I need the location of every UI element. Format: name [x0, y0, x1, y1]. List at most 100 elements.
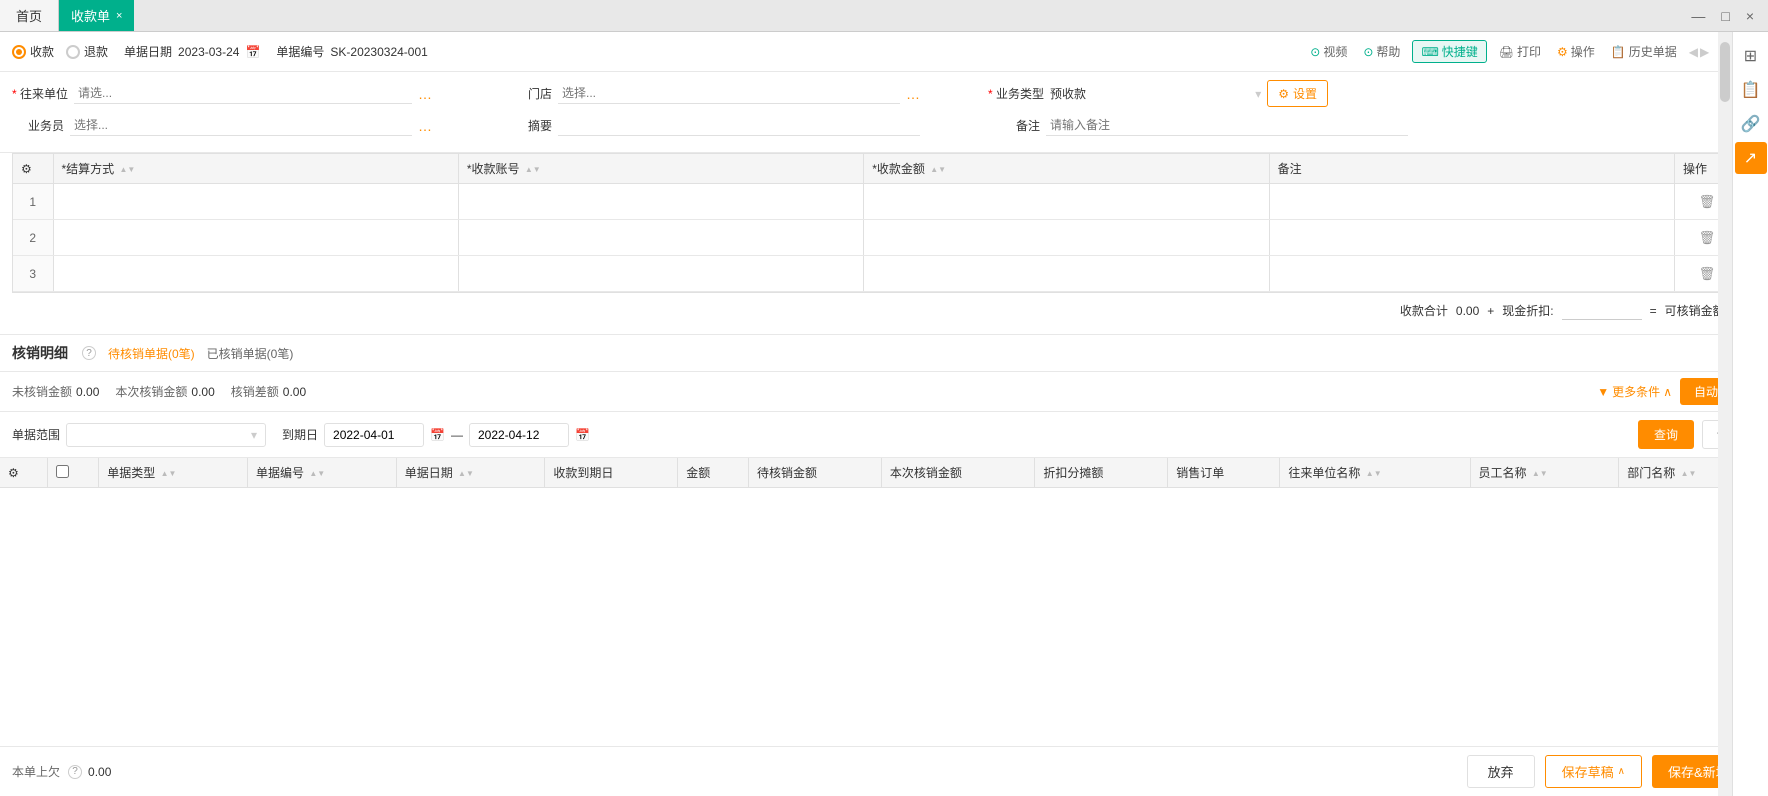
- row-1-amount-input[interactable]: [864, 184, 1268, 219]
- help-btn[interactable]: ⊙ 帮助: [1359, 41, 1404, 62]
- bottom-col-gear[interactable]: ⚙: [0, 458, 47, 488]
- row-3-settlement[interactable]: [53, 256, 458, 292]
- due-date-from-input[interactable]: [324, 423, 424, 447]
- row-1-remark-input[interactable]: [1270, 184, 1674, 219]
- row-1-account-input[interactable]: [459, 184, 863, 219]
- nav-left-btn[interactable]: ◀: [1689, 45, 1698, 59]
- date-value[interactable]: 2023-03-24: [178, 45, 239, 59]
- due-date-to-input[interactable]: [469, 423, 569, 447]
- draft-btn[interactable]: 保存草稿 ∧: [1545, 755, 1642, 788]
- row-2-delete-icon[interactable]: 🗑: [1699, 230, 1716, 246]
- summary-input[interactable]: [558, 115, 920, 136]
- store-input[interactable]: [558, 83, 900, 104]
- sort-counterpart[interactable]: ▲▼: [1366, 470, 1382, 478]
- maximize-btn[interactable]: □: [1717, 8, 1733, 24]
- row-3-remark-input[interactable]: [1270, 256, 1674, 291]
- settings-button[interactable]: ⚙ 设置: [1267, 80, 1328, 107]
- scroll-thumb[interactable]: [1720, 42, 1730, 102]
- sort-type[interactable]: ▲▼: [161, 470, 177, 478]
- salesperson-more-icon[interactable]: …: [418, 118, 432, 134]
- number-value[interactable]: SK-20230324-001: [330, 45, 427, 59]
- store-more-icon[interactable]: …: [906, 86, 920, 102]
- col-gear[interactable]: ⚙: [13, 154, 53, 184]
- business-type-chevron[interactable]: ▾: [1255, 87, 1261, 101]
- cal-from-icon[interactable]: 📅: [430, 428, 445, 442]
- remark-label: 备注: [988, 117, 1040, 134]
- verified-tab[interactable]: 已核销单据(0笔): [207, 345, 294, 362]
- section-info-icon[interactable]: ?: [82, 346, 96, 360]
- sidebar-table-icon[interactable]: ⊞: [1735, 40, 1767, 72]
- operation-btn[interactable]: ⚙ 操作: [1553, 41, 1599, 62]
- calendar-icon[interactable]: 📅: [245, 45, 260, 59]
- row-2-account[interactable]: [458, 220, 863, 256]
- form-row-1: 往来单位 … 门店 … 业务类型 预收款 ▾ ⚙ 设置: [12, 80, 1756, 107]
- sort-date[interactable]: ▲▼: [458, 470, 474, 478]
- draft-chevron[interactable]: ∧: [1618, 766, 1625, 777]
- row-2-account-input[interactable]: [459, 220, 863, 255]
- salesperson-input[interactable]: [70, 115, 412, 136]
- row-1-delete-icon[interactable]: 🗑: [1699, 194, 1716, 210]
- print-btn[interactable]: 🖨 打印: [1495, 41, 1545, 62]
- nav-right-btn[interactable]: ▶: [1700, 45, 1709, 59]
- row-2-settlement[interactable]: [53, 220, 458, 256]
- row-3-remark[interactable]: [1269, 256, 1674, 292]
- row-1-remark[interactable]: [1269, 184, 1674, 220]
- sort-dept[interactable]: ▲▼: [1681, 470, 1697, 478]
- row-1-settlement[interactable]: [53, 184, 458, 220]
- sort-number[interactable]: ▲▼: [309, 470, 325, 478]
- section-header: 核销明细 ? 待核销单据(0笔) 已核销单据(0笔): [0, 335, 1768, 372]
- plus-sign: +: [1487, 304, 1494, 318]
- row-1-settlement-input[interactable]: [54, 184, 458, 219]
- counterpart-input[interactable]: [74, 83, 412, 104]
- pending-tab[interactable]: 待核销单据(0笔): [108, 345, 195, 362]
- range-select[interactable]: ▾: [66, 423, 266, 447]
- close-btn[interactable]: ×: [1742, 8, 1758, 24]
- minimize-btn[interactable]: —: [1687, 8, 1709, 24]
- tab-active[interactable]: 收款单 ×: [59, 0, 134, 31]
- row-3-account[interactable]: [458, 256, 863, 292]
- shortcut-btn[interactable]: ⌨ 快捷键: [1412, 40, 1486, 63]
- row-2-remark-input[interactable]: [1270, 220, 1674, 255]
- row-2-settlement-input[interactable]: [54, 220, 458, 255]
- footer-info-icon[interactable]: ?: [68, 765, 82, 779]
- sidebar-note-icon[interactable]: 📋: [1735, 74, 1767, 106]
- row-2-amount[interactable]: [864, 220, 1269, 256]
- row-3-account-input[interactable]: [459, 256, 863, 291]
- sort-amount[interactable]: ▲▼: [930, 166, 946, 174]
- col-remark-header: 备注: [1269, 154, 1674, 184]
- operation-icon: ⚙: [1557, 45, 1568, 59]
- tab-home[interactable]: 首页: [0, 0, 59, 31]
- radio-receipt[interactable]: 收款: [12, 43, 54, 60]
- radio-refund[interactable]: 退款: [66, 43, 108, 60]
- row-2-remark[interactable]: [1269, 220, 1674, 256]
- row-3-amount-input[interactable]: [864, 256, 1268, 291]
- remark-input[interactable]: [1046, 115, 1408, 136]
- row-2-amount-input[interactable]: [864, 220, 1268, 255]
- row-3-settlement-input[interactable]: [54, 256, 458, 291]
- row-1-amount[interactable]: [864, 184, 1269, 220]
- summary-label: 摘要: [500, 117, 552, 134]
- sort-account[interactable]: ▲▼: [525, 166, 541, 174]
- tab-close-icon[interactable]: ×: [116, 10, 122, 22]
- bottom-col-checkbox[interactable]: [47, 458, 99, 488]
- row-1-account[interactable]: [458, 184, 863, 220]
- abandon-btn[interactable]: 放弃: [1467, 755, 1535, 788]
- video-btn[interactable]: ⊙ 视频: [1306, 41, 1351, 62]
- row-3-amount[interactable]: [864, 256, 1269, 292]
- due-date-label: 到期日: [282, 426, 318, 443]
- sort-employee[interactable]: ▲▼: [1532, 470, 1548, 478]
- row-3-delete-icon[interactable]: 🗑: [1699, 266, 1716, 282]
- more-conditions-btn[interactable]: ▼ 更多条件 ∧: [1597, 383, 1672, 400]
- cal-to-icon[interactable]: 📅: [575, 428, 590, 442]
- select-all-checkbox[interactable]: [56, 465, 69, 478]
- unverified-amount: 未核销金额 0.00: [12, 383, 99, 400]
- history-btn[interactable]: 📋 历史单据: [1607, 41, 1681, 62]
- scrollbar[interactable]: [1718, 32, 1732, 796]
- sort-settlement[interactable]: ▲▼: [120, 166, 136, 174]
- row-1-num: 1: [13, 184, 53, 220]
- counterpart-more-icon[interactable]: …: [418, 86, 432, 102]
- query-btn[interactable]: 查询: [1638, 420, 1694, 449]
- discount-input[interactable]: [1562, 301, 1642, 320]
- sidebar-attach-icon[interactable]: 🔗: [1735, 108, 1767, 140]
- sidebar-expand-icon[interactable]: ↗: [1735, 142, 1767, 174]
